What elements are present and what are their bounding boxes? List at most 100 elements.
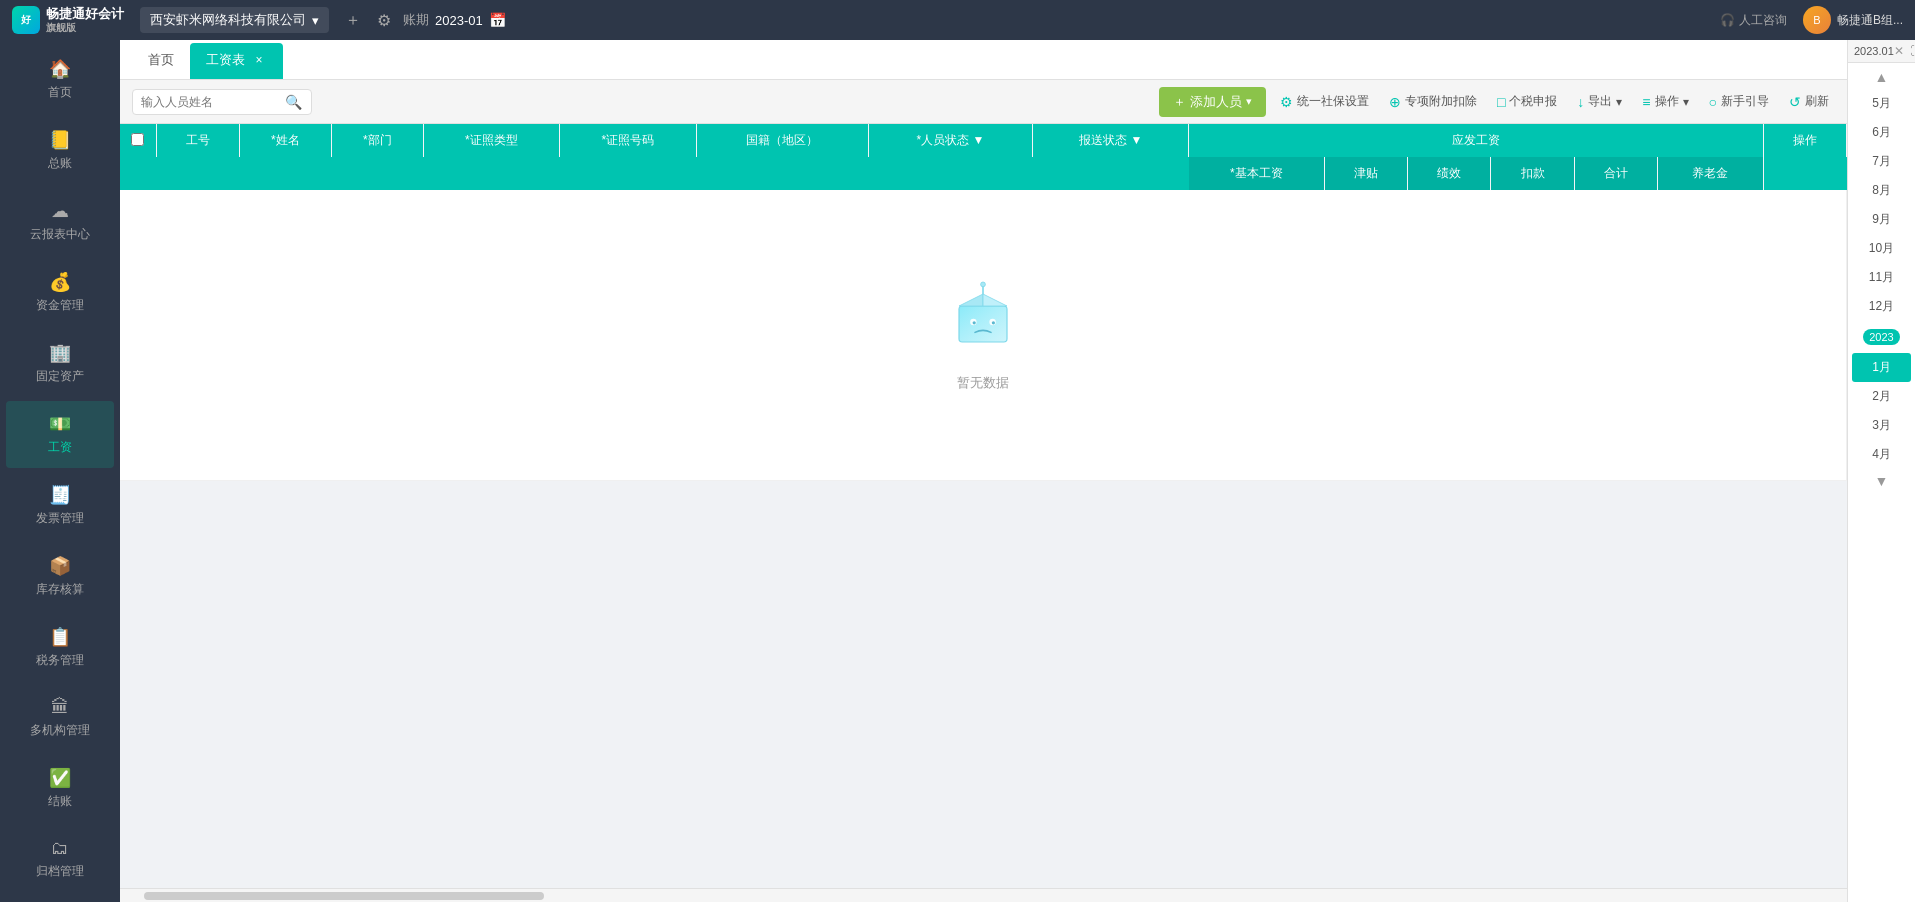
refresh-action[interactable]: ↺ 刷新 — [1783, 89, 1835, 114]
refresh-label: 刷新 — [1805, 93, 1829, 110]
user-avatar: B — [1803, 6, 1831, 34]
funds-icon: 💰 — [49, 271, 71, 293]
social-security-action[interactable]: ⚙ 统一社保设置 — [1274, 89, 1375, 114]
social-security-icon: ⚙ — [1280, 94, 1293, 110]
table-header-row2: *基本工资 津贴 绩效 扣款 合计 养老金 — [120, 157, 1847, 190]
submit-status-filter-icon[interactable]: ▼ — [1131, 133, 1143, 147]
toolbar: 🔍 ＋ 添加人员 ▾ ⚙ 统一社保设置 ⊕ 专项附加扣除 □ — [120, 80, 1847, 124]
th-allowance: 津贴 — [1324, 157, 1407, 190]
month-item-4[interactable]: 4月 — [1848, 440, 1915, 469]
special-deduction-action[interactable]: ⊕ 专项附加扣除 — [1383, 89, 1483, 114]
th-total: 合计 — [1574, 157, 1657, 190]
home-icon: 🏠 — [49, 58, 71, 80]
add-person-button[interactable]: ＋ 添加人员 ▾ — [1159, 87, 1266, 117]
date-nav-down[interactable]: ▼ — [1872, 471, 1892, 491]
month-item-9[interactable]: 9月 — [1848, 205, 1915, 234]
tab-close-icon[interactable]: × — [251, 52, 267, 68]
export-icon: ↓ — [1577, 94, 1584, 110]
main-layout: 🏠 首页 📒 总账 ☁ 云报表中心 💰 资金管理 🏢 固定资产 💵 工资 🧾 发… — [0, 40, 1915, 902]
th-deduction: 扣款 — [1491, 157, 1574, 190]
month-item-11[interactable]: 11月 — [1848, 263, 1915, 292]
sidebar-item-salary[interactable]: 💵 工资 — [6, 401, 114, 468]
month-item-2[interactable]: 2月 — [1848, 382, 1915, 411]
close-panel-icon[interactable]: ✕ — [1894, 44, 1904, 58]
sidebar-label-settlement: 结账 — [48, 793, 72, 810]
empty-text: 暂无数据 — [957, 374, 1009, 392]
sidebar-item-settlement[interactable]: ✅ 结账 — [6, 755, 114, 822]
add-company-button[interactable]: ＋ — [341, 6, 365, 35]
newbie-guide-action[interactable]: ○ 新手引导 — [1703, 89, 1775, 114]
archive-icon: 🗂 — [51, 838, 69, 859]
tab-home[interactable]: 首页 — [132, 43, 190, 79]
month-item-12[interactable]: 12月 — [1848, 292, 1915, 321]
search-wrap: 🔍 — [132, 89, 312, 115]
sidebar-item-archive[interactable]: 🗂 归档管理 — [6, 826, 114, 892]
tax-icon: 📋 — [49, 626, 71, 648]
operate-action[interactable]: ≡ 操作 ▾ — [1636, 89, 1694, 114]
sidebar-label-inventory: 库存核算 — [36, 581, 84, 598]
month-item-3[interactable]: 3月 — [1848, 411, 1915, 440]
calendar-icon[interactable]: 📅 — [489, 12, 506, 28]
settlement-icon: ✅ — [49, 767, 71, 789]
scroll-thumb[interactable] — [144, 892, 544, 900]
operate-icon: ≡ — [1642, 94, 1650, 110]
service-button[interactable]: 🎧 人工咨询 — [1720, 12, 1787, 29]
settings-icon-button[interactable]: ⚙ — [373, 7, 395, 34]
th-checkbox[interactable] — [120, 124, 156, 157]
period-label: 账期 — [403, 11, 429, 29]
sidebar-item-expense[interactable]: 📱 小畅报销 — [6, 896, 114, 902]
month-item-8[interactable]: 8月 — [1848, 176, 1915, 205]
th-empty-span — [120, 157, 1189, 190]
tax-report-action[interactable]: □ 个税申报 — [1491, 89, 1563, 114]
table-body: 暂无数据 — [120, 190, 1847, 481]
add-person-chevron: ▾ — [1246, 95, 1252, 108]
month-item-1-active[interactable]: 1月 — [1852, 353, 1911, 382]
sidebar-item-multiorg[interactable]: 🏛 多机构管理 — [6, 685, 114, 751]
add-icon: ＋ — [1173, 93, 1186, 111]
company-name: 西安虾米网络科技有限公司 — [150, 11, 306, 29]
sidebar-label-reports: 云报表中心 — [30, 226, 90, 243]
app-logo: 好 畅捷通好会计 旗舰版 — [12, 6, 132, 34]
sidebar-label-assets: 固定资产 — [36, 368, 84, 385]
month-list: ▲ 5月 6月 7月 8月 9月 10月 11月 12月 2023 1月 2月 … — [1848, 63, 1915, 902]
operate-label: 操作 — [1655, 93, 1679, 110]
sidebar-item-tax[interactable]: 📋 税务管理 — [6, 614, 114, 681]
th-submit-status: 报送状态 ▼ — [1033, 124, 1189, 157]
th-department: *部门 — [331, 124, 423, 157]
person-status-filter-icon[interactable]: ▼ — [973, 133, 985, 147]
th-payroll-group: 应发工资 — [1189, 124, 1763, 157]
toolbar-right: ＋ 添加人员 ▾ ⚙ 统一社保设置 ⊕ 专项附加扣除 □ 个税申报 ↓ — [1159, 87, 1835, 117]
empty-state-row: 暂无数据 — [120, 190, 1847, 481]
month-item-6[interactable]: 6月 — [1848, 118, 1915, 147]
svg-marker-1 — [959, 294, 983, 306]
company-selector[interactable]: 西安虾米网络科技有限公司 ▾ — [140, 7, 329, 33]
tab-salary[interactable]: 工资表 × — [190, 43, 283, 79]
month-item-5[interactable]: 5月 — [1848, 89, 1915, 118]
sidebar-item-assets[interactable]: 🏢 固定资产 — [6, 330, 114, 397]
th-ops-empty — [1763, 157, 1846, 190]
special-deduction-label: 专项附加扣除 — [1405, 93, 1477, 110]
refresh-icon: ↺ — [1789, 94, 1801, 110]
sidebar-item-ledger[interactable]: 📒 总账 — [6, 117, 114, 184]
sidebar-label-archive: 归档管理 — [36, 863, 84, 880]
sidebar-item-inventory[interactable]: 📦 库存核算 — [6, 543, 114, 610]
horizontal-scrollbar[interactable] — [120, 888, 1847, 902]
date-nav-up[interactable]: ▲ — [1872, 67, 1892, 87]
sidebar-item-reports[interactable]: ☁ 云报表中心 — [6, 188, 114, 255]
sidebar-item-home[interactable]: 🏠 首页 — [6, 46, 114, 113]
top-bar: 好 畅捷通好会计 旗舰版 西安虾米网络科技有限公司 ▾ ＋ ⚙ 账期 2023-… — [0, 0, 1915, 40]
th-employee-id: 工号 — [156, 124, 239, 157]
month-item-10[interactable]: 10月 — [1848, 234, 1915, 263]
period-info: 账期 2023-01 📅 — [403, 11, 506, 29]
month-item-7[interactable]: 7月 — [1848, 147, 1915, 176]
select-all-checkbox[interactable] — [131, 133, 144, 146]
export-action[interactable]: ↓ 导出 ▾ — [1571, 89, 1628, 114]
sidebar-item-funds[interactable]: 💰 资金管理 — [6, 259, 114, 326]
sidebar-label-invoices: 发票管理 — [36, 510, 84, 527]
user-info[interactable]: B 畅捷通B组... — [1803, 6, 1903, 34]
year-row: 2023 — [1848, 321, 1915, 353]
svg-point-5 — [973, 321, 976, 324]
search-input[interactable] — [141, 95, 281, 109]
expand-panel-icon[interactable]: ⛶ — [1910, 44, 1915, 58]
sidebar-item-invoices[interactable]: 🧾 发票管理 — [6, 472, 114, 539]
